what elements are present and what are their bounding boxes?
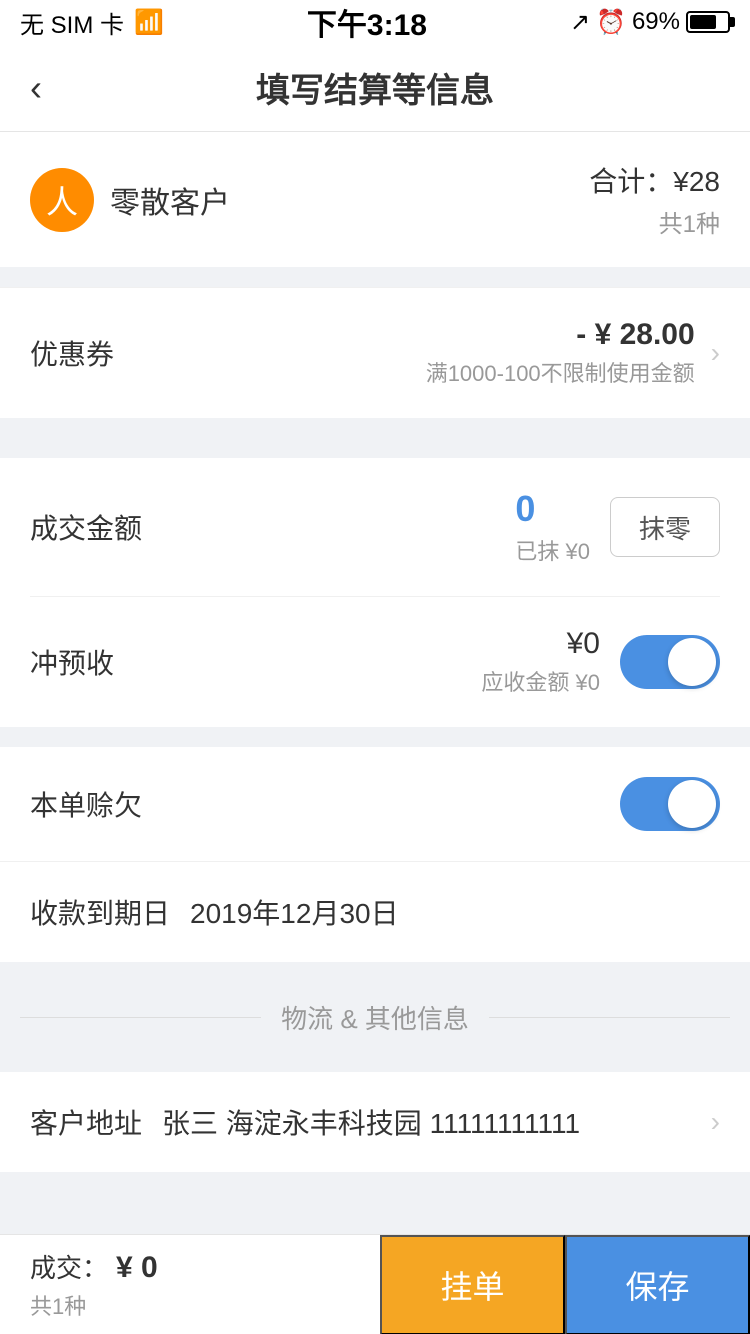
status-left: 无 SIM 卡 📶 xyxy=(20,5,164,40)
due-date-label: 收款到期日 xyxy=(30,892,170,932)
battery-percent: 69% xyxy=(632,8,680,36)
logistics-label: 物流 & 其他信息 xyxy=(281,999,469,1036)
status-time: 下午3:18 xyxy=(307,0,427,44)
coupon-row[interactable]: 优惠券 - ¥ 28.00 满1000-100不限制使用金额 › xyxy=(0,287,750,418)
section-divider-1 xyxy=(0,438,750,458)
due-date-row: 收款到期日 2019年12月30日 xyxy=(0,861,750,962)
coupon-right-text: - ¥ 28.00 满1000-100不限制使用金额 xyxy=(426,318,695,388)
coupon-desc: 满1000-100不限制使用金额 xyxy=(426,356,695,388)
customer-name: 零散客户 xyxy=(110,178,230,222)
section-divider-2 xyxy=(0,727,750,747)
location-icon: ↗ xyxy=(570,8,590,37)
customer-right: 合计：¥28 共1种 xyxy=(589,160,720,239)
bottom-deal-amount: ¥ 0 xyxy=(116,1251,158,1285)
pre-receive-main: ¥0 xyxy=(481,627,600,661)
pre-receive-sub: 应收金额 ¥0 xyxy=(481,665,600,697)
coupon-card[interactable]: 优惠券 - ¥ 28.00 满1000-100不限制使用金额 › xyxy=(0,287,750,418)
credit-row: 本单赊欠 xyxy=(0,747,750,861)
coupon-right: - ¥ 28.00 满1000-100不限制使用金额 › xyxy=(426,318,720,388)
status-bar: 无 SIM 卡 📶 下午3:18 ↗ ⏰ 69% xyxy=(0,0,750,44)
status-right: ↗ ⏰ 69% xyxy=(570,8,730,37)
pre-receive-toggle[interactable] xyxy=(620,635,720,689)
address-chevron-icon: › xyxy=(711,1106,720,1138)
page-title: 填写结算等信息 xyxy=(256,63,494,112)
due-date-value: 2019年12月30日 xyxy=(190,892,399,932)
customer-row: 人 零散客户 合计：¥28 共1种 xyxy=(0,132,750,267)
transaction-amount: 0 xyxy=(515,488,590,530)
wifi-signal-icon: 📶 xyxy=(134,8,164,37)
content-area: 人 零散客户 合计：¥28 共1种 优惠券 - ¥ 28.00 满1000-10… xyxy=(0,132,750,1332)
logistics-separator: 物流 & 其他信息 xyxy=(0,982,750,1052)
pre-receive-row: 冲预收 ¥0 应收金额 ¥0 xyxy=(30,597,720,727)
bottom-summary: 成交： ¥ 0 共1种 xyxy=(0,1248,380,1321)
alarm-icon: ⏰ xyxy=(596,8,626,37)
transaction-value-area: 0 已抹 ¥0 xyxy=(515,488,590,566)
coupon-amount: - ¥ 28.00 xyxy=(426,318,695,352)
customer-count: 共1种 xyxy=(589,204,720,239)
customer-left: 人 零散客户 xyxy=(30,168,230,232)
round-zero-button[interactable]: 抹零 xyxy=(610,497,720,557)
pre-receive-label: 冲预收 xyxy=(30,642,114,682)
credit-toggle-knob xyxy=(668,780,716,828)
bottom-bar: 成交： ¥ 0 共1种 挂单 保存 xyxy=(0,1234,750,1334)
credit-label: 本单赊欠 xyxy=(30,784,142,824)
hold-button[interactable]: 挂单 xyxy=(380,1235,565,1334)
section-divider-3 xyxy=(0,962,750,982)
coupon-chevron-icon: › xyxy=(711,337,720,369)
save-button[interactable]: 保存 xyxy=(565,1235,750,1334)
address-label: 客户地址 xyxy=(30,1102,142,1142)
coupon-label: 优惠券 xyxy=(30,333,114,373)
carrier-text: 无 SIM 卡 xyxy=(20,5,124,40)
transaction-label: 成交金额 xyxy=(30,507,142,547)
address-row[interactable]: 客户地址 张三 海淀永丰科技园 11111111111 › xyxy=(0,1072,750,1172)
customer-avatar: 人 xyxy=(30,168,94,232)
battery-icon xyxy=(686,11,730,33)
credit-toggle[interactable] xyxy=(620,777,720,831)
transaction-section: 成交金额 0 已抹 ¥0 抹零 冲预收 ¥0 应收金额 ¥0 xyxy=(0,458,750,727)
address-value: 张三 海淀永丰科技园 11111111111 xyxy=(162,1102,711,1142)
bottom-padding xyxy=(0,1172,750,1212)
section-divider-4 xyxy=(0,1052,750,1072)
bottom-deal-label: 成交： xyxy=(30,1248,108,1285)
pre-receive-amounts: ¥0 应收金额 ¥0 xyxy=(481,627,600,697)
avatar-icon: 人 xyxy=(46,177,78,223)
transaction-row: 成交金额 0 已抹 ¥0 抹零 xyxy=(30,458,720,597)
pre-receive-right: ¥0 应收金额 ¥0 xyxy=(481,627,720,697)
transaction-sub: 已抹 ¥0 xyxy=(515,534,590,566)
toggle-knob xyxy=(668,638,716,686)
transaction-amount-area: 0 已抹 ¥0 抹零 xyxy=(515,488,720,566)
credit-section: 本单赊欠 收款到期日 2019年12月30日 xyxy=(0,747,750,962)
customer-card: 人 零散客户 合计：¥28 共1种 xyxy=(0,132,750,267)
customer-total: 合计：¥28 xyxy=(589,160,720,200)
bottom-deal-row: 成交： ¥ 0 xyxy=(30,1248,350,1285)
bottom-count: 共1种 xyxy=(30,1289,350,1321)
back-button[interactable]: ‹ xyxy=(30,67,42,109)
nav-bar: ‹ 填写结算等信息 xyxy=(0,44,750,132)
